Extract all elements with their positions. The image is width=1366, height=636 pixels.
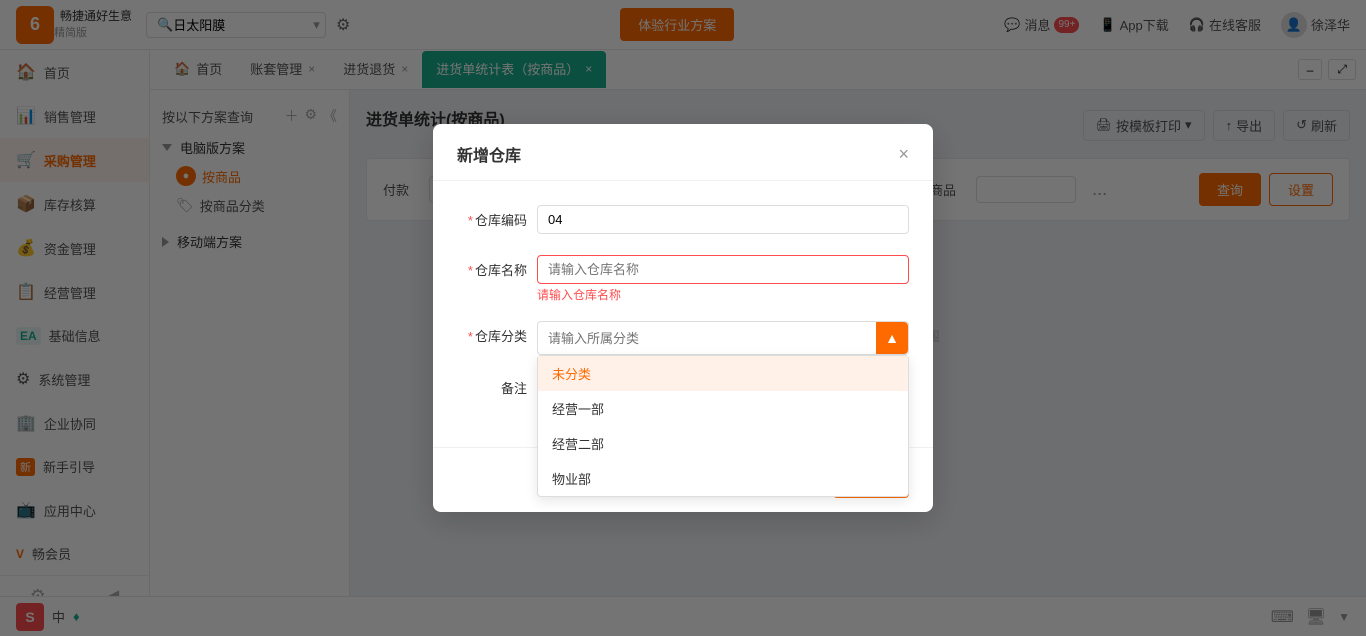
dialog-body: 仓库编码 仓库名称 请输入仓库名称 仓库分类 ▲ <box>433 181 933 447</box>
dropdown-item-operation2[interactable]: 经营二部 <box>538 426 908 461</box>
form-row-name: 仓库名称 请输入仓库名称 <box>457 255 909 303</box>
category-dropdown: 未分类 经营一部 经营二部 物业部 <box>537 355 909 497</box>
dropdown-item-operation1[interactable]: 经营一部 <box>538 391 908 426</box>
form-row-code: 仓库编码 <box>457 205 909 237</box>
code-label: 仓库编码 <box>457 205 537 237</box>
form-row-category: 仓库分类 ▲ 未分类 经营一部 经营二部 物业部 <box>457 321 909 355</box>
category-toggle-btn[interactable]: ▲ <box>876 322 908 354</box>
dialog-header: 新增仓库 × <box>433 124 933 181</box>
dropdown-item-uncategorized[interactable]: 未分类 <box>538 356 908 391</box>
name-field-wrap: 请输入仓库名称 <box>537 255 909 303</box>
note-label: 备注 <box>457 373 537 405</box>
name-error-msg: 请输入仓库名称 <box>537 286 909 303</box>
code-field-wrap <box>537 205 909 234</box>
dropdown-item-property[interactable]: 物业部 <box>538 461 908 496</box>
category-input[interactable] <box>538 325 876 352</box>
dialog-overlay: 新增仓库 × 仓库编码 仓库名称 请输入仓库名称 仓库分类 <box>0 0 1366 636</box>
dialog-title: 新增仓库 <box>457 142 521 166</box>
category-label: 仓库分类 <box>457 321 537 353</box>
name-label: 仓库名称 <box>457 255 537 287</box>
new-warehouse-dialog: 新增仓库 × 仓库编码 仓库名称 请输入仓库名称 仓库分类 <box>433 124 933 512</box>
category-input-row: ▲ <box>537 321 909 355</box>
code-input[interactable] <box>537 205 909 234</box>
dialog-close-button[interactable]: × <box>898 144 909 165</box>
name-input[interactable] <box>537 255 909 284</box>
category-field-wrap: ▲ 未分类 经营一部 经营二部 物业部 <box>537 321 909 355</box>
